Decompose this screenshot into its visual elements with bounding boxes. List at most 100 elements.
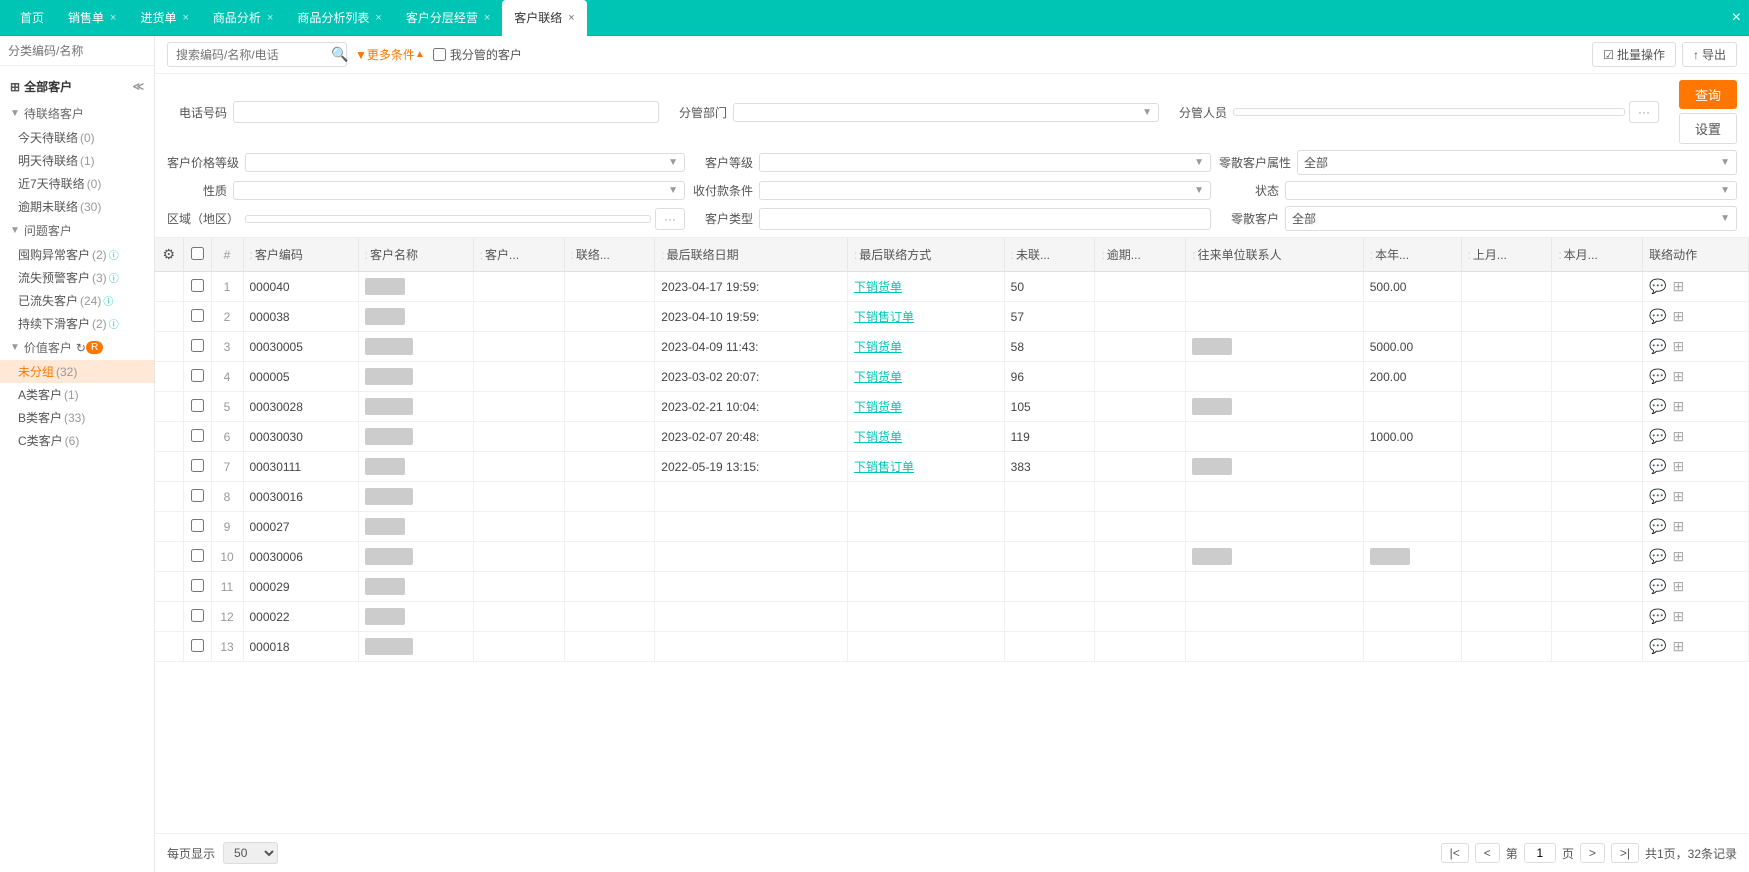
more-action-icon[interactable]: ⊞ <box>1673 368 1685 385</box>
last-type-link[interactable]: 下销售订单 <box>854 460 914 474</box>
th-this-year[interactable]: :本年... <box>1363 238 1461 272</box>
td-checkbox[interactable] <box>183 632 211 662</box>
td-checkbox[interactable] <box>183 362 211 392</box>
row-checkbox[interactable] <box>191 369 204 382</box>
contact-icon[interactable]: 💬 <box>1649 488 1666 505</box>
filter-search-input[interactable] <box>176 48 331 62</box>
last-type-link[interactable]: 下销货单 <box>854 400 902 414</box>
tab-sales[interactable]: 销售单 × <box>56 0 128 36</box>
more-action-icon[interactable]: ⊞ <box>1673 518 1685 535</box>
tab-goods-list-close[interactable]: × <box>375 12 381 24</box>
tab-customer-layered[interactable]: 客户分层经营 × <box>394 0 502 36</box>
td-checkbox[interactable] <box>183 572 211 602</box>
contact-icon[interactable]: 💬 <box>1649 398 1666 415</box>
last-page-button[interactable]: >| <box>1611 843 1639 863</box>
th-settings[interactable]: ⚙ <box>155 238 183 272</box>
settings-icon[interactable]: ⚙ <box>162 246 175 262</box>
td-checkbox[interactable] <box>183 422 211 452</box>
sidebar-item-tomorrow[interactable]: 明天待联络 (1) <box>0 149 154 172</box>
row-checkbox[interactable] <box>191 399 204 412</box>
contact-icon[interactable]: 💬 <box>1649 518 1666 535</box>
tab-purchase[interactable]: 进货单 × <box>128 0 200 36</box>
row-checkbox[interactable] <box>191 609 204 622</box>
more-action-icon[interactable]: ⊞ <box>1673 488 1685 505</box>
sidebar-item-ungrouped[interactable]: 未分组 (32) <box>0 360 154 383</box>
more-action-icon[interactable]: ⊞ <box>1673 638 1685 655</box>
td-last-type[interactable] <box>847 632 1004 662</box>
nature-select[interactable]: ▼ <box>233 181 685 200</box>
sparse-attr-select[interactable]: 全部 ▼ <box>1297 150 1737 175</box>
td-last-type[interactable] <box>847 572 1004 602</box>
sidebar-item-b-class[interactable]: B类客户 (33) <box>0 406 154 429</box>
sidebar-item-c-class[interactable]: C类客户 (6) <box>0 429 154 452</box>
page-number-input[interactable] <box>1524 843 1556 863</box>
th-last-type[interactable]: :最后联络方式 <box>847 238 1004 272</box>
sidebar-collapse-icon[interactable]: ≪ <box>132 80 144 93</box>
row-checkbox[interactable] <box>191 279 204 292</box>
last-type-link[interactable]: 下销货单 <box>854 370 902 384</box>
th-last-month[interactable]: :上月... <box>1461 238 1552 272</box>
th-checkbox[interactable] <box>183 238 211 272</box>
th-overdue[interactable]: :逾期... <box>1095 238 1186 272</box>
row-checkbox[interactable] <box>191 489 204 502</box>
manager-more-button[interactable]: ··· <box>1629 101 1659 123</box>
td-checkbox[interactable] <box>183 602 211 632</box>
contact-icon[interactable]: 💬 <box>1649 548 1666 565</box>
payment-select[interactable]: ▼ <box>759 181 1211 200</box>
region-more-button[interactable]: ··· <box>655 208 685 230</box>
last-type-link[interactable]: 下销货单 <box>854 280 902 294</box>
th-code[interactable]: :客户编码 <box>243 238 358 272</box>
th-this-month[interactable]: :本月... <box>1552 238 1643 272</box>
td-checkbox[interactable] <box>183 542 211 572</box>
contact-icon[interactable]: 💬 <box>1649 338 1666 355</box>
th-contact[interactable]: :联络... <box>564 238 655 272</box>
more-action-icon[interactable]: ⊞ <box>1673 608 1685 625</box>
reset-button[interactable]: 设置 <box>1679 113 1737 144</box>
sidebar-all-customers[interactable]: ⊞ 全部客户 ≪ <box>0 72 154 101</box>
td-last-type[interactable] <box>847 482 1004 512</box>
filter-search-icon[interactable]: 🔍 <box>331 46 348 63</box>
th-person[interactable]: :往来单位联系人 <box>1186 238 1364 272</box>
prev-page-button[interactable]: < <box>1475 843 1500 863</box>
phone-input[interactable] <box>233 101 659 123</box>
page-size-select[interactable]: 50 100 200 <box>223 842 278 864</box>
td-checkbox[interactable] <box>183 512 211 542</box>
my-customers-checkbox[interactable] <box>433 48 446 61</box>
more-conditions-button[interactable]: ▼ 更多条件 ▲ <box>355 46 425 63</box>
last-type-link[interactable]: 下销货单 <box>854 430 902 444</box>
sidebar-item-hoard[interactable]: 囤购异常客户 (2) ⓘ <box>0 243 154 266</box>
td-last-type[interactable]: 下销货单 <box>847 362 1004 392</box>
th-name[interactable]: :客户名称 <box>358 238 473 272</box>
tab-goods-list[interactable]: 商品分析列表 × <box>285 0 393 36</box>
th-customer-type[interactable]: :客户... <box>473 238 564 272</box>
contact-icon[interactable]: 💬 <box>1649 308 1666 325</box>
td-checkbox[interactable] <box>183 452 211 482</box>
tab-customer-layered-close[interactable]: × <box>484 12 490 24</box>
status-select[interactable]: ▼ <box>1285 181 1737 200</box>
contact-icon[interactable]: 💬 <box>1649 608 1666 625</box>
tab-goods-analysis[interactable]: 商品分析 × <box>201 0 285 36</box>
td-checkbox[interactable] <box>183 302 211 332</box>
td-last-type[interactable]: 下销售订单 <box>847 302 1004 332</box>
row-checkbox[interactable] <box>191 429 204 442</box>
customer-level-select[interactable]: ▼ <box>759 153 1211 172</box>
price-level-select[interactable]: ▼ <box>245 153 685 172</box>
region-select[interactable] <box>245 215 651 223</box>
select-all-checkbox[interactable] <box>191 247 204 260</box>
last-type-link[interactable]: 下销货单 <box>854 340 902 354</box>
sidebar-item-today[interactable]: 今天待联络 (0) <box>0 126 154 149</box>
export-button[interactable]: ↑ 导出 <box>1682 42 1737 67</box>
batch-op-button[interactable]: ☑ 批量操作 <box>1592 42 1676 67</box>
sidebar-item-overdue[interactable]: 逾期未联络 (30) <box>0 195 154 218</box>
more-action-icon[interactable]: ⊞ <box>1673 458 1685 475</box>
sidebar-item-a-class[interactable]: A类客户 (1) <box>0 383 154 406</box>
th-last-date[interactable]: :最后联络日期 <box>655 238 848 272</box>
more-action-icon[interactable]: ⊞ <box>1673 278 1685 295</box>
tab-customer-contact[interactable]: 客户联络 × <box>502 0 586 36</box>
contact-icon[interactable]: 💬 <box>1649 578 1666 595</box>
manager-select[interactable] <box>1233 108 1625 116</box>
customer-type-input[interactable] <box>759 208 1211 230</box>
td-last-type[interactable] <box>847 542 1004 572</box>
contact-icon[interactable]: 💬 <box>1649 368 1666 385</box>
contact-icon[interactable]: 💬 <box>1649 278 1666 295</box>
